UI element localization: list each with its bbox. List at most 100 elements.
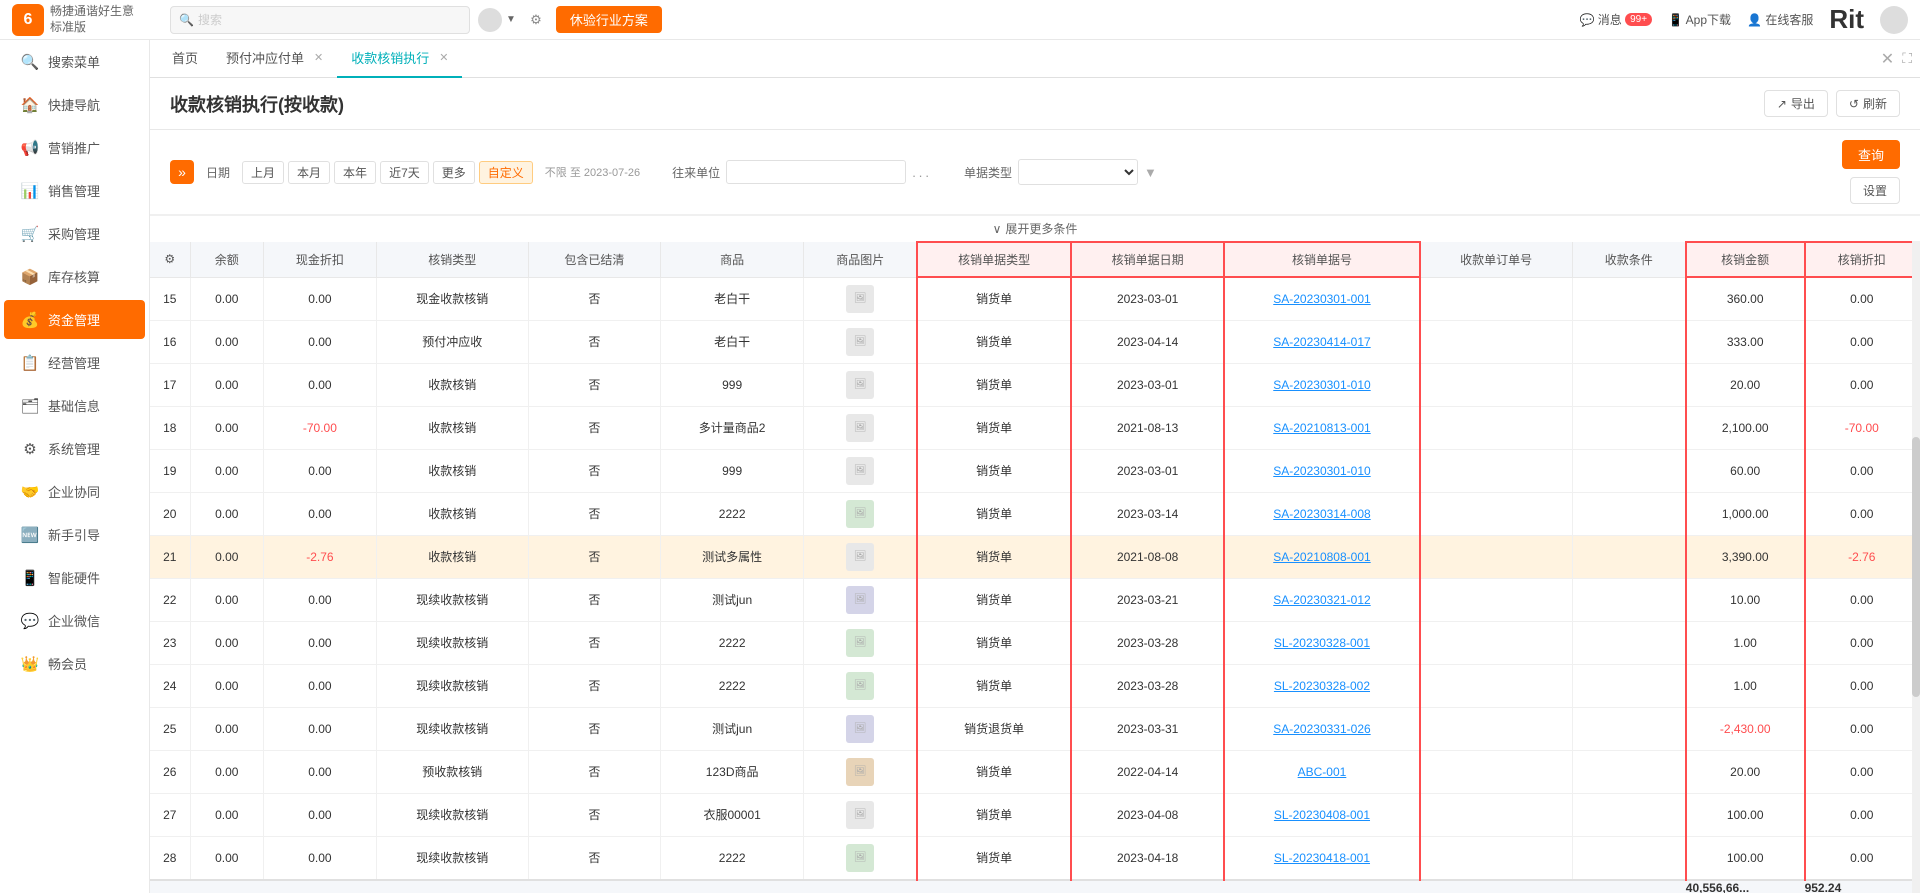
row-verify-discount: 0.00 — [1805, 750, 1919, 793]
avatar[interactable] — [1880, 6, 1908, 34]
tab-prepay-close[interactable]: ✕ — [314, 51, 323, 64]
row-balance: 0.00 — [190, 535, 264, 578]
industry-solution-button[interactable]: 休验行业方案 — [556, 6, 662, 33]
row-goods: 测试多属性 — [661, 535, 804, 578]
tab-collection-close[interactable]: ✕ — [439, 51, 448, 64]
sidebar-item-quick-nav[interactable]: 🏠 快捷导航 — [4, 85, 145, 124]
product-image: 🖼 — [846, 543, 874, 571]
row-goods-img: 🖼 — [804, 492, 918, 535]
row-verify-amount: 20.00 — [1686, 363, 1805, 406]
filter-this-month[interactable]: 本月 — [288, 161, 330, 184]
sidebar-item-basic-info[interactable]: 🗂 基础信息 — [4, 386, 145, 425]
row-no: 18 — [150, 406, 190, 449]
row-cash-discount: 0.00 — [264, 621, 377, 664]
export-button[interactable]: ↗ 导出 — [1764, 90, 1828, 117]
col-include-settled: 包含已结清 — [528, 242, 660, 277]
sidebar-item-member[interactable]: 👑 畅会员 — [4, 644, 145, 683]
row-collection-condition — [1572, 621, 1686, 664]
row-verify-bill-no[interactable]: SL-20230408-001 — [1224, 793, 1419, 836]
row-balance: 0.00 — [190, 492, 264, 535]
sidebar: 🔍 搜索菜单 🏠 快捷导航 📢 营销推广 📊 销售管理 🛒 采购管理 📦 库存核… — [0, 40, 150, 893]
row-verify-bill-type: 销货单 — [917, 449, 1071, 492]
global-search[interactable]: 🔍 搜索 — [170, 6, 470, 34]
row-cash-discount: 0.00 — [264, 492, 377, 535]
expand-more-button[interactable]: ∨ 展开更多条件 — [150, 215, 1920, 241]
row-include-settled: 否 — [528, 707, 660, 750]
row-verify-bill-no[interactable]: SA-20230301-001 — [1224, 277, 1419, 320]
table-row: 15 0.00 0.00 现金收款核销 否 老白干 🖼 销货单 2023-03-… — [150, 277, 1919, 320]
table-row: 28 0.00 0.00 现续收款核销 否 2222 🖼 销货单 2023-04… — [150, 836, 1919, 880]
tab-maximize-icon[interactable]: ⛶ — [1902, 50, 1912, 67]
refresh-icon: ↺ — [1849, 97, 1859, 111]
sidebar-item-purchase[interactable]: 🛒 采购管理 — [4, 214, 145, 253]
tab-prepay[interactable]: 预付冲应付单 ✕ — [212, 40, 337, 78]
account-dropdown[interactable]: ▼ — [478, 8, 516, 32]
filter-7days[interactable]: 近7天 — [380, 161, 429, 184]
sidebar-item-wechat[interactable]: 💬 企业微信 — [4, 601, 145, 640]
row-verify-bill-date: 2023-04-18 — [1071, 836, 1225, 880]
row-verify-bill-no[interactable]: ABC-001 — [1224, 750, 1419, 793]
filter-toggle[interactable]: » — [170, 160, 194, 184]
row-verify-bill-no[interactable]: SA-20230301-010 — [1224, 449, 1419, 492]
row-verify-bill-no[interactable]: SA-20230414-017 — [1224, 320, 1419, 363]
col-settings[interactable]: ⚙ — [150, 242, 190, 277]
row-include-settled: 否 — [528, 621, 660, 664]
sidebar-item-search-menu[interactable]: 🔍 搜索菜单 — [4, 42, 145, 81]
table-row: 16 0.00 0.00 预付冲应收 否 老白干 🖼 销货单 2023-04-1… — [150, 320, 1919, 363]
filter-more[interactable]: 更多 — [433, 161, 475, 184]
filter-last-month[interactable]: 上月 — [242, 161, 284, 184]
query-button[interactable]: 查询 — [1842, 140, 1900, 169]
col-verify-discount: 核销折扣 — [1805, 242, 1919, 277]
row-verify-bill-no[interactable]: SL-20230328-002 — [1224, 664, 1419, 707]
refresh-button[interactable]: ↺ 刷新 — [1836, 90, 1900, 117]
row-collection-condition — [1572, 492, 1686, 535]
row-verify-bill-no[interactable]: SA-20230321-012 — [1224, 578, 1419, 621]
row-verify-bill-no[interactable]: SL-20230328-001 — [1224, 621, 1419, 664]
sidebar-item-guide[interactable]: 🆕 新手引导 — [4, 515, 145, 554]
row-verify-type: 收款核销 — [376, 492, 528, 535]
settings-icon[interactable]: ⚙ — [524, 8, 548, 32]
row-verify-discount: 0.00 — [1805, 578, 1919, 621]
logo-text: 畅捷通谐好生意 标准版 — [50, 4, 134, 35]
row-verify-bill-no[interactable]: SA-20230314-008 — [1224, 492, 1419, 535]
app-download-link[interactable]: 📱 App下载 — [1668, 11, 1731, 28]
sidebar-item-marketing[interactable]: 📢 营销推广 — [4, 128, 145, 167]
row-verify-bill-no[interactable]: SL-20230418-001 — [1224, 836, 1419, 880]
row-goods-img: 🖼 — [804, 750, 918, 793]
table-row: 25 0.00 0.00 现续收款核销 否 测试jun 🖼 销货退货单 2023… — [150, 707, 1919, 750]
row-verify-bill-no[interactable]: SA-20230301-010 — [1224, 363, 1419, 406]
tab-close-window-icon[interactable]: ✕ — [1881, 49, 1894, 69]
row-verify-amount: 1,000.00 — [1686, 492, 1805, 535]
counterpart-input[interactable] — [726, 160, 906, 184]
online-service-link[interactable]: 👤 在线客服 — [1747, 11, 1813, 28]
filter-custom[interactable]: 自定义 — [479, 161, 533, 184]
tab-collection[interactable]: 收款核销执行 ✕ — [337, 40, 462, 78]
row-balance: 0.00 — [190, 836, 264, 880]
row-verify-amount: 60.00 — [1686, 449, 1805, 492]
main-layout: 🔍 搜索菜单 🏠 快捷导航 📢 营销推广 📊 销售管理 🛒 采购管理 📦 库存核… — [0, 40, 1920, 893]
quick-nav-icon: 🏠 — [20, 96, 40, 114]
voucher-type-select[interactable] — [1018, 159, 1138, 185]
sidebar-item-sales[interactable]: 📊 销售管理 — [4, 171, 145, 210]
sidebar-item-capital[interactable]: 💰 资金管理 — [4, 300, 145, 339]
col-goods-img: 商品图片 — [804, 242, 918, 277]
sidebar-item-enterprise[interactable]: 🤝 企业协同 — [4, 472, 145, 511]
tab-home[interactable]: 首页 — [158, 40, 212, 78]
row-verify-type: 现续收款核销 — [376, 664, 528, 707]
filter-this-year[interactable]: 本年 — [334, 161, 376, 184]
sidebar-item-inventory[interactable]: 📦 库存核算 — [4, 257, 145, 296]
sidebar-item-smart-hw[interactable]: 📱 智能硬件 — [4, 558, 145, 597]
scrollbar-thumb[interactable] — [1912, 437, 1920, 698]
product-image: 🖼 — [846, 371, 874, 399]
row-verify-bill-no[interactable]: SA-20230331-026 — [1224, 707, 1419, 750]
column-settings-icon[interactable]: ⚙ — [164, 252, 175, 266]
messages-link[interactable]: 💬 消息 99+ — [1579, 11, 1652, 28]
sidebar-item-system[interactable]: ⚙ 系统管理 — [4, 429, 145, 468]
row-verify-bill-no[interactable]: SA-20210813-001 — [1224, 406, 1419, 449]
chevron-down-icon: ▼ — [506, 14, 516, 25]
row-verify-bill-no[interactable]: SA-20210808-001 — [1224, 535, 1419, 578]
table-container[interactable]: ⚙ 余额 现金折扣 核销类型 包含已结清 商品 商品图片 核销单据类型 核销单据… — [150, 241, 1920, 893]
sidebar-item-operations[interactable]: 📋 经营管理 — [4, 343, 145, 382]
table-row: 22 0.00 0.00 现续收款核销 否 测试jun 🖼 销货单 2023-0… — [150, 578, 1919, 621]
settings-small-button[interactable]: 设置 — [1850, 177, 1900, 204]
